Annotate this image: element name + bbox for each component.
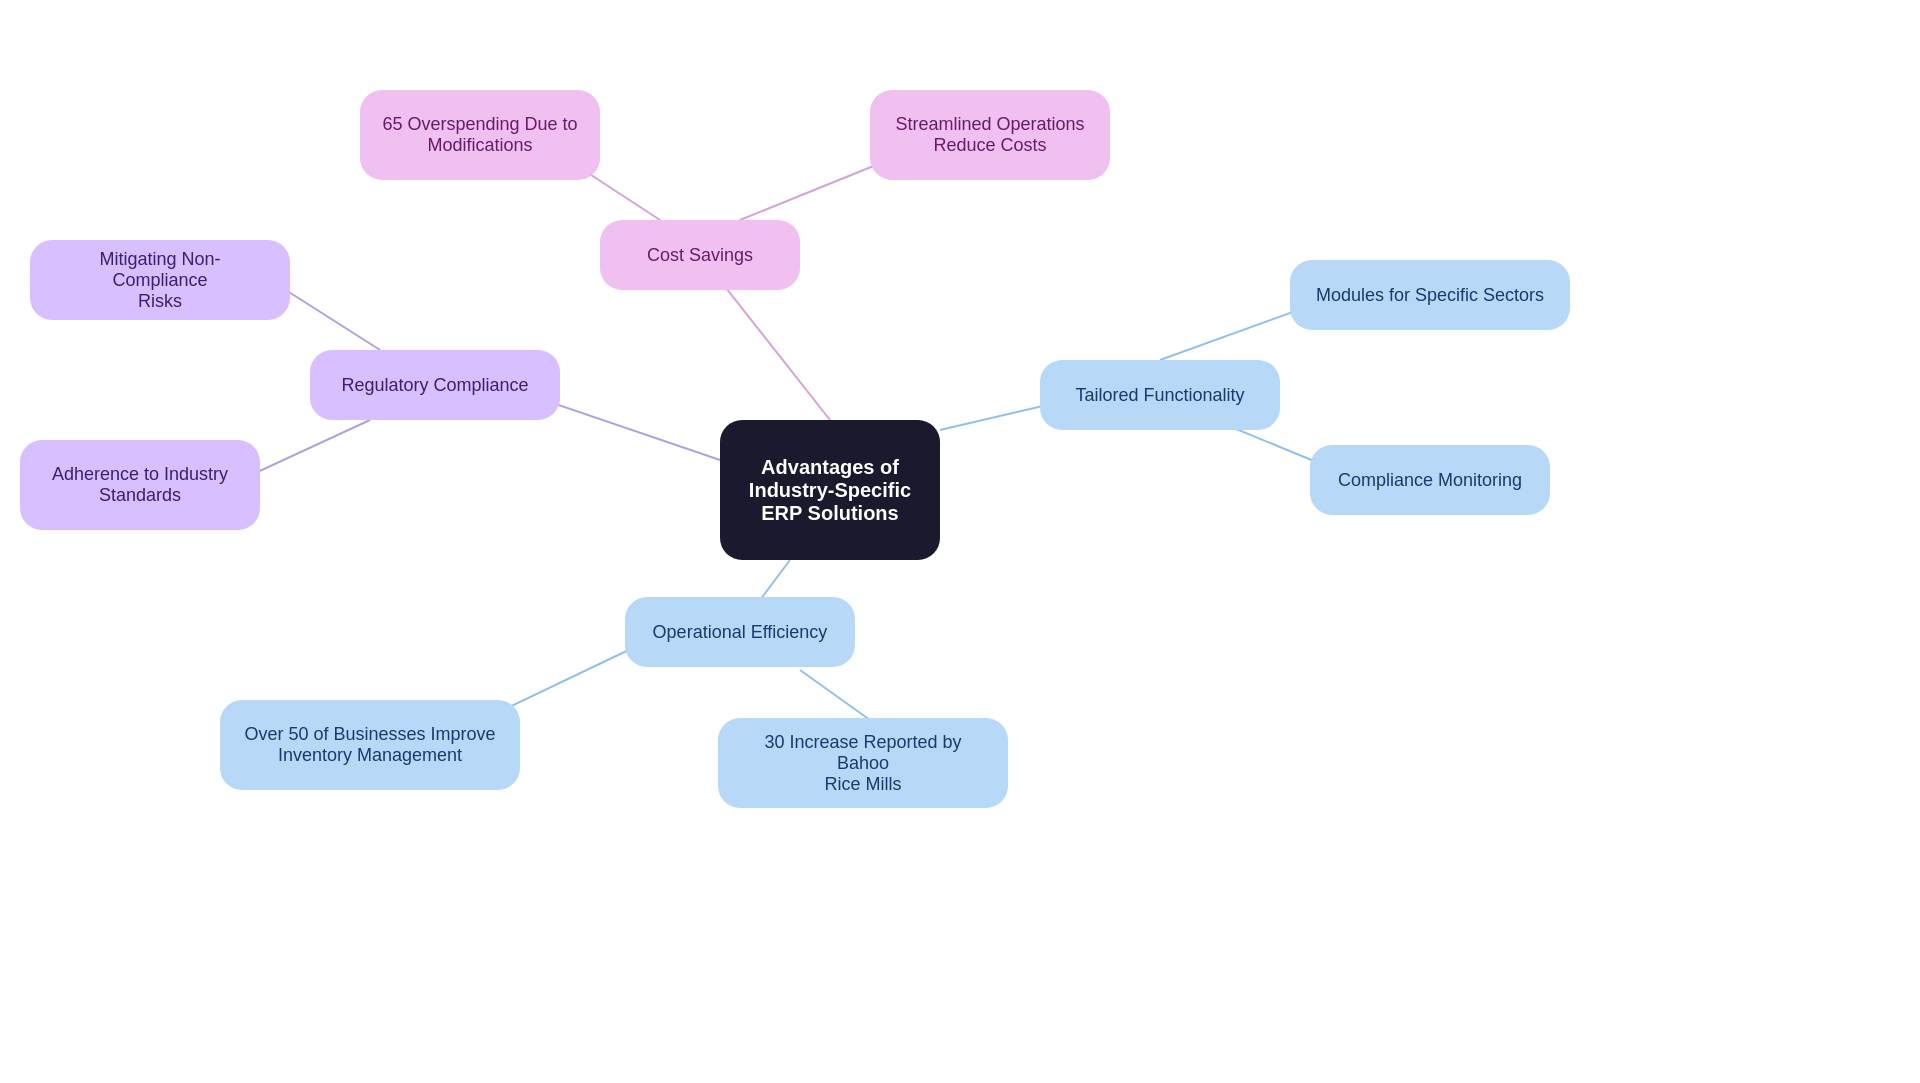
regulatory-compliance-label: Regulatory Compliance (341, 375, 528, 396)
tailored-functionality-label: Tailored Functionality (1075, 385, 1244, 406)
operational-efficiency-label: Operational Efficiency (653, 622, 828, 643)
center-node: Advantages of Industry-Specific ERP Solu… (720, 420, 940, 560)
regulatory-compliance-node: Regulatory Compliance (310, 350, 560, 420)
overspending-node: 65 Overspending Due toModifications (360, 90, 600, 180)
increase-label: 30 Increase Reported by BahooRice Mills (740, 732, 986, 795)
svg-line-9 (760, 560, 790, 600)
center-label: Advantages of Industry-Specific ERP Solu… (742, 456, 918, 525)
cost-savings-node: Cost Savings (600, 220, 800, 290)
compliance-monitoring-node: Compliance Monitoring (1310, 445, 1550, 515)
streamlined-node: Streamlined OperationsReduce Costs (870, 90, 1110, 180)
adherence-label: Adherence to IndustryStandards (52, 464, 228, 506)
compliance-monitoring-label: Compliance Monitoring (1338, 470, 1522, 491)
tailored-functionality-node: Tailored Functionality (1040, 360, 1280, 430)
modules-label: Modules for Specific Sectors (1316, 285, 1544, 306)
inventory-node: Over 50 of Businesses ImproveInventory M… (220, 700, 520, 790)
streamlined-label: Streamlined OperationsReduce Costs (895, 114, 1084, 156)
adherence-node: Adherence to IndustryStandards (20, 440, 260, 530)
cost-savings-label: Cost Savings (647, 245, 753, 266)
inventory-label: Over 50 of Businesses ImproveInventory M… (244, 724, 495, 766)
svg-line-11 (800, 670, 870, 720)
mitigating-node: Mitigating Non-ComplianceRisks (30, 240, 290, 320)
increase-node: 30 Increase Reported by BahooRice Mills (718, 718, 1008, 808)
modules-node: Modules for Specific Sectors (1290, 260, 1570, 330)
mitigating-label: Mitigating Non-ComplianceRisks (52, 249, 268, 312)
overspending-label: 65 Overspending Due toModifications (382, 114, 577, 156)
operational-efficiency-node: Operational Efficiency (625, 597, 855, 667)
